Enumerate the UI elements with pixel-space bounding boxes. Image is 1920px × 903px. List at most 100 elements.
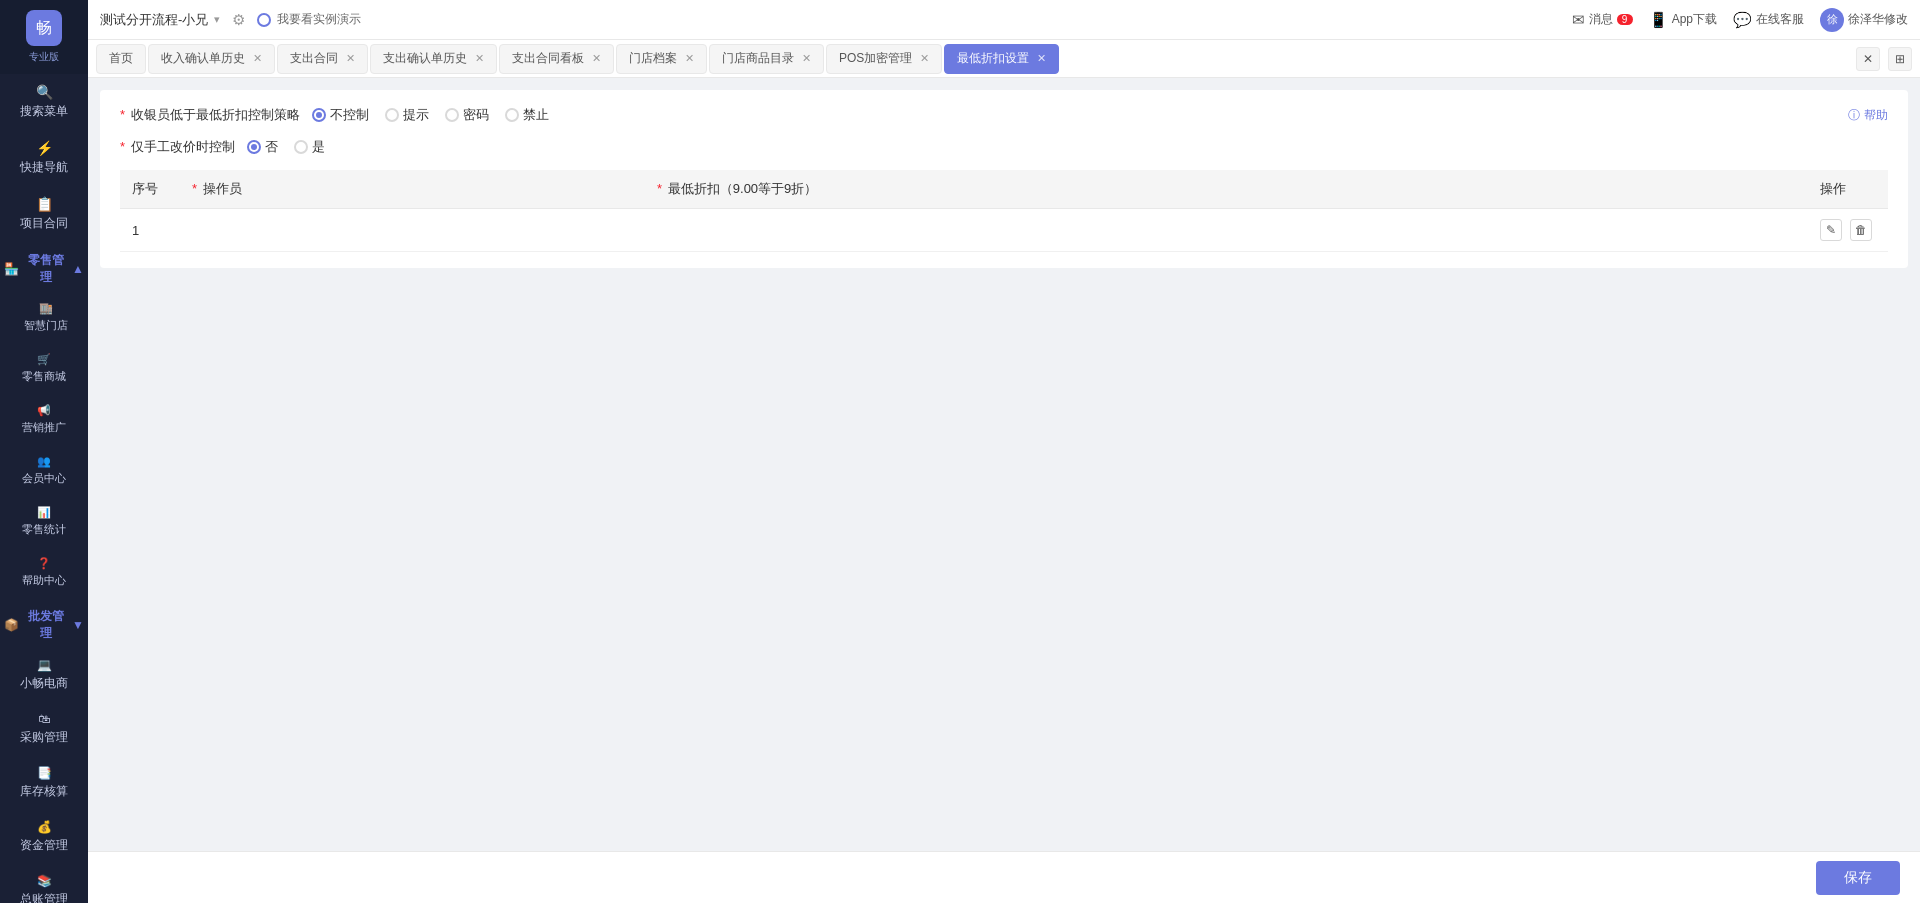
retail-icon: 🏪: [4, 262, 19, 276]
tab-close-icon[interactable]: ✕: [802, 52, 811, 65]
topbar-settings-icon[interactable]: ⚙: [232, 11, 245, 29]
sidebar-item-retail-stat[interactable]: 📊 零售统计: [0, 496, 88, 547]
app-download-button[interactable]: 📱 App下载: [1649, 11, 1717, 29]
save-button[interactable]: 保存: [1816, 861, 1900, 895]
tab-close-icon[interactable]: ✕: [1037, 52, 1046, 65]
tab-close-icon[interactable]: ✕: [685, 52, 694, 65]
sidebar-item-label: 采购管理: [20, 729, 68, 746]
radio-circle-forbid: [505, 108, 519, 122]
sidebar-item-label: 快捷导航: [20, 159, 68, 176]
tab-store-file[interactable]: 门店档案 ✕: [616, 44, 707, 74]
help-link[interactable]: ⓘ 帮助: [1848, 107, 1888, 124]
message-button[interactable]: ✉ 消息 9: [1572, 11, 1633, 29]
tab-label: 支出合同: [290, 50, 338, 67]
sidebar-item-search[interactable]: 🔍 搜索菜单: [0, 74, 88, 130]
topbar: 测试分开流程-小兄 ▾ ⚙ 我要看实例演示 ✉ 消息 9 📱 App下载 💬 在…: [88, 0, 1920, 40]
sidebar-item-label: 帮助中心: [22, 573, 66, 588]
demo-label: 我要看实例演示: [277, 11, 361, 28]
tab-pos-pass[interactable]: POS加密管理 ✕: [826, 44, 942, 74]
project-selector[interactable]: 测试分开流程-小兄 ▾: [100, 11, 220, 29]
sidebar-item-ecommerce[interactable]: 💻 小畅电商: [0, 648, 88, 702]
demo-link[interactable]: 我要看实例演示: [257, 11, 361, 28]
smart-store-icon: 🏬: [39, 302, 53, 315]
sidebar-section-wholesale[interactable]: 📦 批发管理 ▼: [0, 598, 88, 648]
ledger-icon: 📚: [37, 874, 52, 888]
sidebar-item-inventory[interactable]: 📑 库存核算: [0, 756, 88, 810]
radio-no[interactable]: 否: [247, 138, 278, 156]
sidebar-item-label: 会员中心: [22, 471, 66, 486]
cell-operator[interactable]: [180, 209, 645, 252]
tab-close-icon[interactable]: ✕: [253, 52, 262, 65]
sidebar-item-fund[interactable]: 💰 资金管理: [0, 810, 88, 864]
sidebar-item-smart-store[interactable]: 🏬 智慧门店: [0, 292, 88, 343]
inventory-icon: 📑: [37, 766, 52, 780]
help-icon: ❓: [37, 557, 51, 570]
sidebar-item-label: 资金管理: [20, 837, 68, 854]
sidebar-item-label: 零售统计: [22, 522, 66, 537]
settings-card: * 收银员低于最低折扣控制策略 不控制 提示 密码: [100, 90, 1908, 268]
tab-income-confirm[interactable]: 收入确认单历史 ✕: [148, 44, 275, 74]
tab-label: 支出合同看板: [512, 50, 584, 67]
project-name: 测试分开流程-小兄: [100, 11, 208, 29]
radio-circle-no-control: [312, 108, 326, 122]
tab-pay-board[interactable]: 支出合同看板 ✕: [499, 44, 614, 74]
radio-circle-no: [247, 140, 261, 154]
radio-yes[interactable]: 是: [294, 138, 325, 156]
sidebar-item-ledger[interactable]: 📚 总账管理: [0, 864, 88, 903]
radio-circle-remind: [385, 108, 399, 122]
tab-pay-confirm[interactable]: 支出确认单历史 ✕: [370, 44, 497, 74]
app-version: 专业版: [29, 50, 59, 64]
col-operator-header: * 操作员: [180, 170, 645, 209]
sidebar-item-help-center[interactable]: ❓ 帮助中心: [0, 547, 88, 598]
tab-close-icon[interactable]: ✕: [475, 52, 484, 65]
wholesale-icon: 📦: [4, 618, 19, 632]
radio-remind[interactable]: 提示: [385, 106, 429, 124]
col-discount-header: * 最低折扣（9.00等于9折）: [645, 170, 1808, 209]
message-label: 消息: [1589, 11, 1613, 28]
tab-label: 支出确认单历史: [383, 50, 467, 67]
sidebar-section-retail[interactable]: 🏪 零售管理 ▲: [0, 242, 88, 292]
sidebar-item-marketing[interactable]: 📢 营销推广: [0, 394, 88, 445]
radio-forbid[interactable]: 禁止: [505, 106, 549, 124]
project-chevron-icon: ▾: [214, 13, 220, 26]
tabs-actions: ✕ ⊞: [1856, 47, 1912, 71]
manual-control-radio-group: 否 是: [247, 138, 325, 156]
sidebar-item-label: 营销推广: [22, 420, 66, 435]
cell-discount[interactable]: [645, 209, 1808, 252]
purchase-icon: 🛍: [38, 712, 50, 726]
cashier-control-row: * 收银员低于最低折扣控制策略 不控制 提示 密码: [120, 106, 1888, 124]
sidebar-item-shortcut[interactable]: ⚡ 快捷导航: [0, 130, 88, 186]
sidebar-item-label: 项目合同: [20, 215, 68, 232]
member-icon: 👥: [37, 455, 51, 468]
sidebar-item-purchase[interactable]: 🛍 采购管理: [0, 702, 88, 756]
row-delete-button[interactable]: 🗑: [1850, 219, 1872, 241]
retail-stat-icon: 📊: [37, 506, 51, 519]
app-download-label: App下载: [1672, 11, 1717, 28]
tab-label: 最低折扣设置: [957, 50, 1029, 67]
radio-password[interactable]: 密码: [445, 106, 489, 124]
col-seq-header: 序号: [120, 170, 180, 209]
discount-table: 序号 * 操作员 * 最低折扣（9.00等于9折） 操作: [120, 170, 1888, 252]
tab-pay-contract[interactable]: 支出合同 ✕: [277, 44, 368, 74]
tab-close-button[interactable]: ✕: [1856, 47, 1880, 71]
radio-circle-password: [445, 108, 459, 122]
tab-close-icon[interactable]: ✕: [920, 52, 929, 65]
sidebar: 畅 专业版 🔍 搜索菜单 ⚡ 快捷导航 📋 项目合同 🏪 零售管理 ▲ 🏬 智慧…: [0, 0, 88, 903]
tab-home[interactable]: 首页: [96, 44, 146, 74]
tab-more-button[interactable]: ⊞: [1888, 47, 1912, 71]
tab-label: POS加密管理: [839, 50, 912, 67]
tab-close-icon[interactable]: ✕: [592, 52, 601, 65]
sidebar-item-project[interactable]: 📋 项目合同: [0, 186, 88, 242]
cashier-control-radio-group: 不控制 提示 密码 禁止: [312, 106, 549, 124]
sidebar-item-retail-mall[interactable]: 🛒 零售商城: [0, 343, 88, 394]
service-icon: 💬: [1733, 11, 1752, 29]
tab-min-discount[interactable]: 最低折扣设置 ✕: [944, 44, 1059, 74]
radio-no-control[interactable]: 不控制: [312, 106, 369, 124]
user-profile[interactable]: 徐 徐泽华修改: [1820, 8, 1908, 32]
online-service-button[interactable]: 💬 在线客服: [1733, 11, 1804, 29]
tab-store-goods[interactable]: 门店商品目录 ✕: [709, 44, 824, 74]
sidebar-item-member[interactable]: 👥 会员中心: [0, 445, 88, 496]
user-name: 徐泽华修改: [1848, 11, 1908, 28]
row-edit-button[interactable]: ✎: [1820, 219, 1842, 241]
tab-close-icon[interactable]: ✕: [346, 52, 355, 65]
